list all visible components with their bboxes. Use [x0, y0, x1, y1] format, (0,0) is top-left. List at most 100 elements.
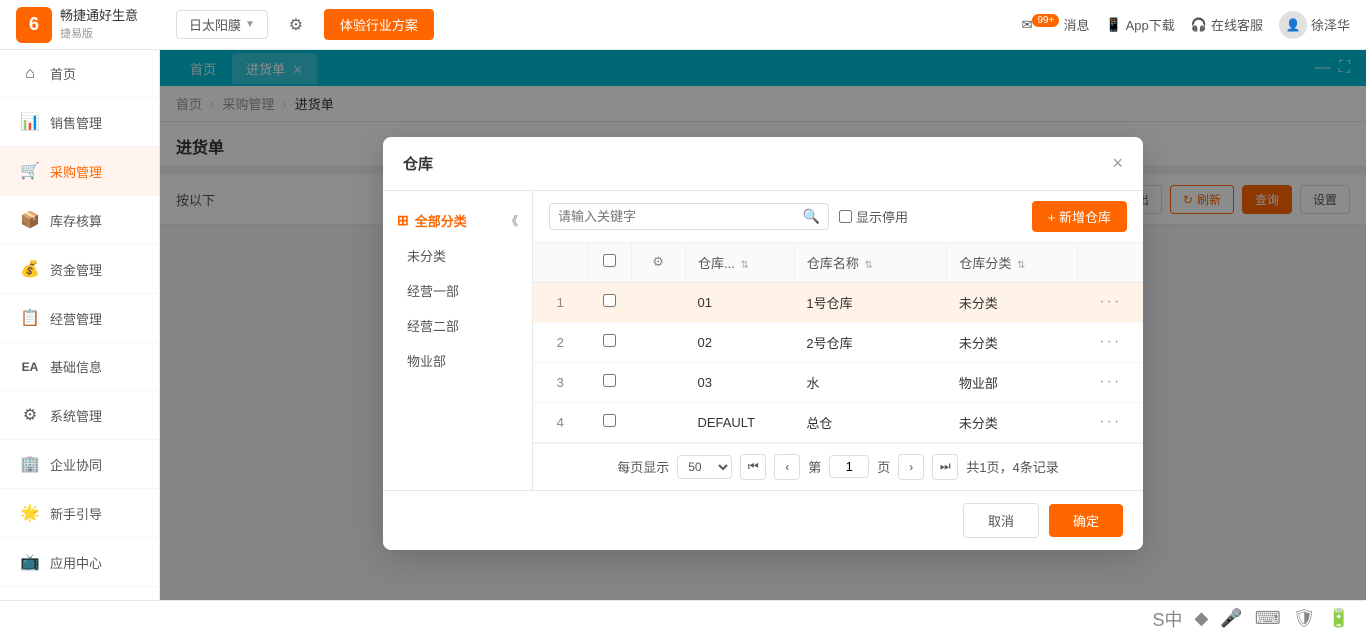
- main-layout: ⌂ 首页 📊 销售管理 🛒 采购管理 📦 库存核算 💰 资金管理 📋 经营管理 …: [0, 50, 1366, 636]
- page-first-button[interactable]: ⏮: [740, 454, 766, 480]
- show-disabled-checkbox[interactable]: [839, 210, 852, 223]
- header-right: ✉ 99+ 消息 📱 App下载 🎧 在线客服 👤 徐泽华: [1022, 11, 1350, 39]
- category-item-ops1[interactable]: 经营一部: [383, 273, 532, 308]
- add-warehouse-button[interactable]: + 新增仓库: [1032, 201, 1127, 232]
- username-label: 徐泽华: [1311, 15, 1350, 34]
- sidebar-item-basic-info[interactable]: EA 基础信息: [0, 343, 159, 391]
- cell-settings-1: [631, 322, 685, 362]
- logo-sub: 捷易版: [60, 25, 138, 41]
- all-category-label: 全部分类: [415, 211, 467, 230]
- phone-icon: 📱: [1105, 17, 1121, 33]
- sidebar-item-home[interactable]: ⌂ 首页: [0, 50, 159, 98]
- gear-icon[interactable]: ⚙: [280, 9, 312, 41]
- online-service-item[interactable]: 🎧 在线客服: [1191, 15, 1263, 34]
- cell-actions-1[interactable]: ···: [1078, 322, 1143, 362]
- category-item-ops2[interactable]: 经营二部: [383, 308, 532, 343]
- cell-check-3[interactable]: [587, 402, 631, 442]
- sidebar-item-label: 资金管理: [50, 260, 102, 279]
- row-actions-icon[interactable]: ···: [1099, 333, 1121, 350]
- cell-name-3: 总仓: [794, 402, 947, 442]
- sidebar-item-label: 基础信息: [50, 357, 102, 376]
- cell-check-0[interactable]: [587, 282, 631, 322]
- cell-actions-2[interactable]: ···: [1078, 362, 1143, 402]
- sidebar-item-finance[interactable]: 💰 资金管理: [0, 245, 159, 294]
- cell-code-0: 01: [685, 282, 794, 322]
- keyboard-icon[interactable]: ⌨: [1255, 608, 1281, 629]
- cell-actions-3[interactable]: ···: [1078, 402, 1143, 442]
- table-row[interactable]: 1 01 1号仓库 未分类 ···: [533, 282, 1143, 322]
- col-header-name[interactable]: 仓库名称 ⇅: [794, 243, 947, 283]
- sidebar-item-guide[interactable]: 🌟 新手引导: [0, 489, 159, 538]
- cell-num-3: 4: [533, 402, 587, 442]
- header-middle: 日太阳膜 ▼ ⚙ 体验行业方案: [176, 9, 1022, 41]
- row-actions-icon[interactable]: ···: [1099, 293, 1121, 310]
- page-last-button[interactable]: ⏭: [932, 454, 958, 480]
- warehouse-modal: 仓库 × ⊞ 全部分类 《 未分类: [383, 137, 1143, 550]
- cell-name-0: 1号仓库: [794, 282, 947, 322]
- col-header-settings: ⚙: [631, 243, 685, 283]
- app-download-item[interactable]: 📱 App下载: [1105, 15, 1174, 34]
- user-avatar-area[interactable]: 👤 徐泽华: [1279, 11, 1350, 39]
- branch-name: 日太阳膜: [189, 15, 241, 34]
- modal-body: ⊞ 全部分类 《 未分类 经营一部 经营二部: [383, 191, 1143, 490]
- sidebar-item-sales[interactable]: 📊 销售管理: [0, 98, 159, 147]
- sidebar-item-purchase[interactable]: 🛒 采购管理: [0, 147, 159, 196]
- table-toolbar: 🔍 显示停用 + 新增仓库: [533, 191, 1143, 243]
- table-row[interactable]: 2 02 2号仓库 未分类 ···: [533, 322, 1143, 362]
- modal-backdrop: 仓库 × ⊞ 全部分类 《 未分类: [160, 50, 1366, 636]
- cell-check-1[interactable]: [587, 322, 631, 362]
- row-actions-icon[interactable]: ···: [1099, 413, 1121, 430]
- box-icon: 📦: [20, 210, 40, 230]
- sidebar-item-apps[interactable]: 📺 应用中心: [0, 538, 159, 587]
- mic-icon[interactable]: 🎤: [1220, 608, 1242, 629]
- trial-button[interactable]: 体验行业方案: [324, 9, 434, 40]
- sidebar-item-inventory[interactable]: 📦 库存核算: [0, 196, 159, 245]
- category-panel: ⊞ 全部分类 《 未分类 经营一部 经营二部: [383, 191, 533, 490]
- modal-header: 仓库 ×: [383, 137, 1143, 191]
- modal-close-button[interactable]: ×: [1112, 154, 1123, 172]
- col-header-num: [533, 243, 587, 283]
- system-icon: ⚙: [20, 405, 40, 425]
- clipboard-icon: 📋: [20, 308, 40, 328]
- ime-icon[interactable]: S中: [1152, 606, 1182, 632]
- col-header-category[interactable]: 仓库分类 ⇅: [947, 243, 1078, 283]
- page-next-button[interactable]: ›: [898, 454, 924, 480]
- cell-actions-0[interactable]: ···: [1078, 282, 1143, 322]
- per-page-label: 每页显示: [617, 457, 669, 476]
- search-icon: 🔍: [803, 208, 820, 225]
- cell-check-2[interactable]: [587, 362, 631, 402]
- logo-icon: 6: [16, 7, 52, 43]
- home-icon: ⌂: [20, 65, 40, 83]
- per-page-select[interactable]: 50 20 100: [677, 455, 732, 479]
- modal-title: 仓库: [403, 153, 433, 174]
- notifications-item[interactable]: ✉ 99+ 消息: [1022, 15, 1090, 34]
- category-item-property[interactable]: 物业部: [383, 343, 532, 378]
- shield-icon: 🛡: [1293, 608, 1316, 629]
- category-item-uncategorized[interactable]: 未分类: [383, 238, 532, 273]
- pagination-bar: 每页显示 50 20 100 ⏮ ‹ 第 页 ›: [533, 443, 1143, 490]
- sidebar-item-system[interactable]: ⚙ 系统管理: [0, 391, 159, 440]
- table-panel: 🔍 显示停用 + 新增仓库: [533, 191, 1143, 490]
- sidebar-item-operations[interactable]: 📋 经营管理: [0, 294, 159, 343]
- search-input[interactable]: [558, 209, 797, 224]
- app-download-label: App下载: [1126, 15, 1175, 34]
- select-all-checkbox[interactable]: [603, 254, 616, 267]
- confirm-button[interactable]: 确定: [1049, 504, 1123, 537]
- cancel-button[interactable]: 取消: [963, 503, 1039, 538]
- table-row[interactable]: 4 DEFAULT 总仓 未分类 ···: [533, 402, 1143, 442]
- logo-area: 6 畅捷通好生意 捷易版: [16, 7, 176, 43]
- collapse-icon[interactable]: 《: [506, 212, 518, 229]
- col-header-code[interactable]: 仓库... ⇅: [685, 243, 794, 283]
- table-row[interactable]: 3 03 水 物业部 ···: [533, 362, 1143, 402]
- page-number-input[interactable]: [829, 455, 869, 478]
- all-category-header[interactable]: ⊞ 全部分类 《: [383, 203, 532, 238]
- branch-selector[interactable]: 日太阳膜 ▼: [176, 10, 268, 39]
- row-actions-icon[interactable]: ···: [1099, 373, 1121, 390]
- content-area: 首页 进货单 ✕ — ⛶ 首页 › 采购管理 › 进货单 进货单 按以下: [160, 50, 1366, 636]
- bottom-bar: S中 ◆ 🎤 ⌨ 🛡 🔋: [0, 600, 1366, 636]
- network-icon: ◆: [1194, 608, 1208, 629]
- money-icon: 💰: [20, 259, 40, 279]
- page-prev-button[interactable]: ‹: [774, 454, 800, 480]
- sidebar-item-label: 应用中心: [50, 553, 102, 572]
- sidebar-item-enterprise[interactable]: 🏢 企业协同: [0, 440, 159, 489]
